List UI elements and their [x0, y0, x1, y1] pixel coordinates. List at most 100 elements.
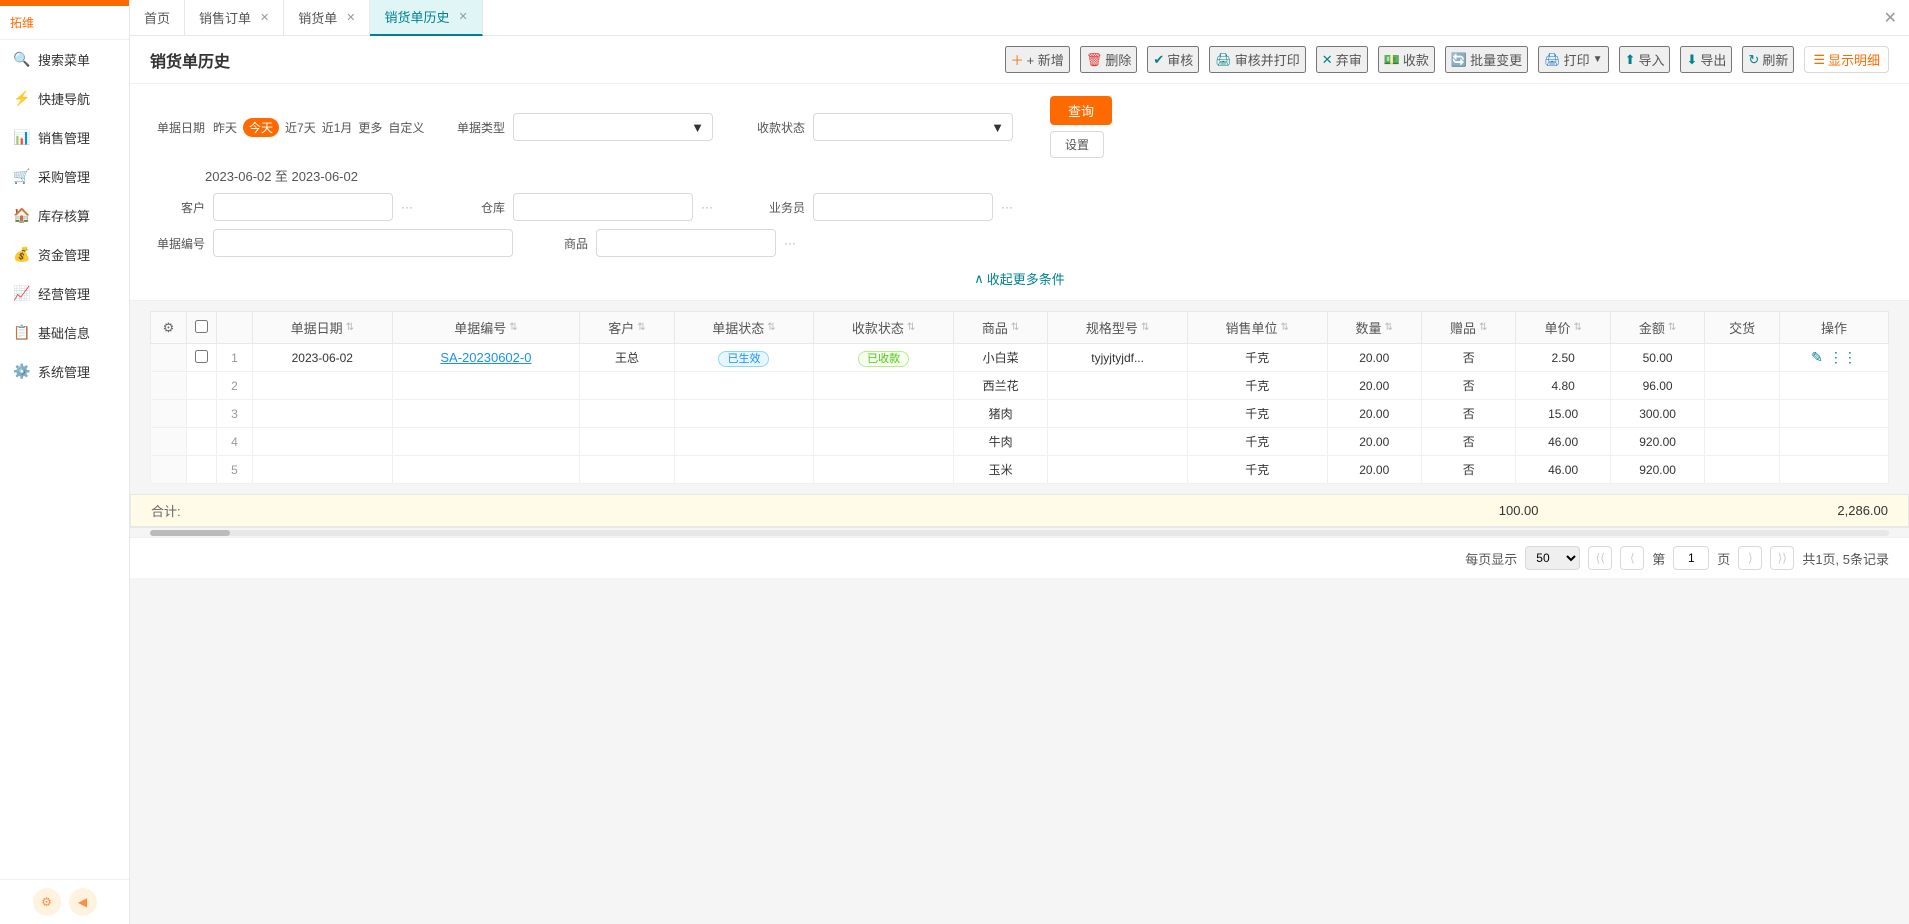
row-product-cell: 小白菜 [953, 344, 1047, 372]
per-page-select[interactable]: 50 100 200 [1525, 546, 1580, 570]
export-button[interactable]: ⬇ 导出 [1680, 46, 1732, 73]
scrollbar-track [150, 530, 1889, 536]
receipt-status-select[interactable]: ▼ [813, 113, 1013, 141]
search-row-2: 客户 ··· 仓库 ··· 业务员 ··· [150, 193, 1889, 221]
select-all-checkbox[interactable] [195, 320, 208, 333]
tab-sales-delivery[interactable]: 销货单 ✕ [284, 0, 370, 36]
tabbar-close-all[interactable]: ✕ [1872, 8, 1909, 28]
edit-icon[interactable]: ✎ [1811, 349, 1823, 366]
doc-no-field: 单据编号 [150, 229, 513, 257]
gear-icon[interactable]: ⚙ [163, 320, 175, 335]
row-spec-cell [1048, 400, 1188, 428]
row-product-cell: 牛肉 [953, 428, 1047, 456]
product-input[interactable] [596, 229, 776, 257]
row-checkbox[interactable] [195, 350, 208, 363]
th-spec-sort-icon: ⇅ [1141, 322, 1149, 333]
row-qty-cell: 20.00 [1327, 372, 1421, 400]
th-gift[interactable]: 赠品 ⇅ [1421, 312, 1515, 344]
sidebar-item-basic-info[interactable]: 📋 基础信息 [0, 313, 129, 352]
th-customer[interactable]: 客户 ⇅ [580, 312, 674, 344]
sidebar-item-system[interactable]: ⚙️ 系统管理 [0, 352, 129, 391]
th-price[interactable]: 单价 ⇅ [1516, 312, 1610, 344]
tab-home[interactable]: 首页 [130, 0, 185, 36]
collapse-label: 收起更多条件 [987, 269, 1065, 288]
doc-no-input[interactable] [213, 229, 513, 257]
tab-sales-history[interactable]: 销货单历史 ✕ [370, 0, 482, 36]
delete-button[interactable]: 🗑 删除 [1080, 46, 1138, 73]
th-gear[interactable]: ⚙ [151, 312, 187, 344]
th-product[interactable]: 商品 ⇅ [953, 312, 1047, 344]
set-button[interactable]: 设置 [1050, 131, 1104, 158]
salesperson-ellipsis[interactable]: ··· [1001, 200, 1013, 214]
sidebar-item-operations[interactable]: 📈 经营管理 [0, 274, 129, 313]
prev-page-btn[interactable]: ⟨ [1620, 546, 1644, 570]
sidebar-item-sales-mgmt[interactable]: 📊 销售管理 [0, 118, 129, 157]
last-page-btn[interactable]: ⟩⟩ [1770, 546, 1794, 570]
th-qty[interactable]: 数量 ⇅ [1327, 312, 1421, 344]
first-page-btn[interactable]: ⟨⟨ [1588, 546, 1612, 570]
row-check-cell [187, 344, 217, 372]
th-spec[interactable]: 规格型号 ⇅ [1048, 312, 1188, 344]
th-amount[interactable]: 金额 ⇅ [1610, 312, 1704, 344]
page-number-input[interactable] [1673, 546, 1709, 570]
date-link-7days[interactable]: 近7天 [285, 119, 316, 136]
page-title: 销货单历史 [150, 48, 230, 72]
sidebar-item-label: 系统管理 [38, 362, 90, 381]
th-unit[interactable]: 销售单位 ⇅ [1187, 312, 1327, 344]
audit-print-button[interactable]: 🖨 审核并打印 [1209, 46, 1306, 73]
th-doc-no[interactable]: 单据编号 ⇅ [392, 312, 580, 344]
doc-no-link[interactable]: SA-20230602-0 [440, 350, 531, 365]
audit-button[interactable]: ✔ 审核 [1147, 46, 1199, 73]
date-link-today[interactable]: 今天 [243, 118, 279, 137]
customer-ellipsis[interactable]: ··· [401, 200, 413, 214]
sidebar-item-quick-nav[interactable]: ⚡ 快捷导航 [0, 79, 129, 118]
sidebar-item-label: 基础信息 [38, 323, 90, 342]
sidebar-collapse-btn[interactable]: ◀ [69, 888, 97, 916]
th-doc-status[interactable]: 单据状态 ⇅ [674, 312, 814, 344]
row-product-cell: 西兰花 [953, 372, 1047, 400]
sidebar-item-finance[interactable]: 💰 资金管理 [0, 235, 129, 274]
row-check-cell [187, 456, 217, 484]
refresh-button[interactable]: ↻ 刷新 [1742, 46, 1794, 73]
abandon-button[interactable]: ✕ 弃审 [1316, 46, 1368, 73]
print-button[interactable]: 🖨 打印 ▼ [1538, 46, 1608, 73]
batch-change-button[interactable]: 🔄 批量变更 [1445, 46, 1528, 73]
th-receipt-status[interactable]: 收款状态 ⇅ [814, 312, 954, 344]
warehouse-ellipsis[interactable]: ··· [701, 200, 713, 214]
th-spec-label: 规格型号 [1086, 318, 1138, 337]
warehouse-input[interactable] [513, 193, 693, 221]
tab-sales-order[interactable]: 销售订单 ✕ [185, 0, 284, 36]
next-page-btn[interactable]: ⟩ [1738, 546, 1762, 570]
sales-mgmt-icon: 📊 [14, 130, 30, 146]
date-link-more[interactable]: 更多 [358, 119, 382, 136]
inventory-icon: 🏠 [14, 208, 30, 224]
product-label: 商品 [533, 235, 588, 252]
tab-sales-order-close[interactable]: ✕ [260, 11, 269, 24]
date-link-custom[interactable]: 自定义 [388, 119, 424, 136]
sidebar-item-purchase-mgmt[interactable]: 🛒 采购管理 [0, 157, 129, 196]
tab-sales-delivery-close[interactable]: ✕ [346, 11, 355, 24]
row-action-cell [1780, 372, 1889, 400]
receive-button[interactable]: 💵 收款 [1378, 46, 1435, 73]
customer-input[interactable] [213, 193, 393, 221]
date-link-1month[interactable]: 近1月 [322, 119, 353, 136]
more-actions-icon[interactable]: ⋮⋮ [1829, 349, 1857, 366]
scrollbar-thumb[interactable] [150, 530, 230, 536]
th-date[interactable]: 单据日期 ⇅ [253, 312, 393, 344]
collapse-button[interactable]: ∧ 收起更多条件 [974, 269, 1065, 288]
date-link-yesterday[interactable]: 昨天 [213, 119, 237, 136]
tab-sales-history-close[interactable]: ✕ [459, 10, 468, 23]
sidebar-item-inventory[interactable]: 🏠 库存核算 [0, 196, 129, 235]
display-detail-button[interactable]: ☰ 显示明细 [1804, 46, 1889, 73]
page-total-info: 共1页, 5条记录 [1802, 549, 1889, 568]
add-button[interactable]: ＋ + 新增 [1005, 46, 1070, 73]
row-gear-cell [151, 372, 187, 400]
product-ellipsis[interactable]: ··· [784, 236, 796, 250]
salesperson-input[interactable] [813, 193, 993, 221]
sidebar-settings-btn[interactable]: ⚙ [33, 888, 61, 916]
query-button[interactable]: 查询 [1050, 96, 1112, 125]
import-button[interactable]: ⬆ 导入 [1619, 46, 1671, 73]
doc-type-select[interactable]: ▼ [513, 113, 713, 141]
import-icon: ⬆ [1625, 52, 1636, 68]
sidebar-item-search-menu[interactable]: 🔍 搜索菜单 [0, 40, 129, 79]
